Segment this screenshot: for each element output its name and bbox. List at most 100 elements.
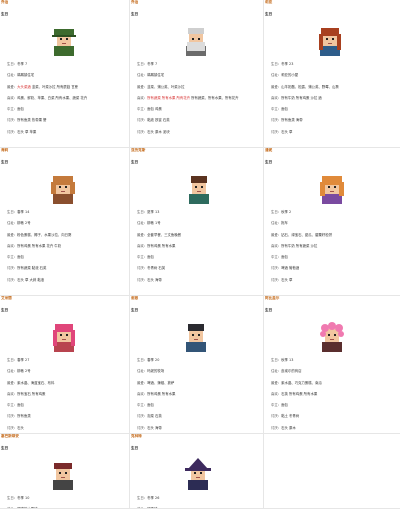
info-value: 冬季 7 xyxy=(147,62,158,66)
info-value: 冬季 10 xyxy=(17,496,30,500)
info-value: 玛妮的牧场 xyxy=(147,369,165,374)
character-name: 谢恩 xyxy=(131,296,139,300)
info-label: 讨厌 xyxy=(7,414,14,419)
info-row: 生日：冬季 26 xyxy=(137,496,259,500)
info-value: 石英 所有鸡蛋 所有水果 xyxy=(281,391,318,396)
info-value: 所有鱼类 热带果 蟹 xyxy=(17,118,47,123)
info-value: 面包 xyxy=(17,255,24,259)
info-row: 讨厌：所有鱼类 热带果 蟹 xyxy=(7,118,125,122)
info-row: 生日：夏季 13 xyxy=(137,210,259,214)
info-label: 讨厌 xyxy=(7,118,14,123)
highlighted-items: 所有蔬菜 所有水果 所有花卉 xyxy=(147,95,191,100)
info-row: 讨厌：石头 草 苹果 xyxy=(7,130,125,134)
info-value: 所有蔬菜 黏液 石英 xyxy=(17,266,47,271)
character-portrait xyxy=(48,24,80,56)
info-row: 住址：皮埃尔的商店 xyxy=(271,369,396,373)
info-row: 最爱：啤酒、辣椒、披萨 xyxy=(137,381,259,385)
card-header: 生日 xyxy=(1,308,9,312)
info-row: 生日：冬季 10 xyxy=(7,496,125,500)
character-name: 海莉 xyxy=(1,148,9,152)
info-row: 住址：柳巷 2号 xyxy=(7,221,125,225)
info-label: 生日 xyxy=(271,62,278,66)
info-label: 喜欢 xyxy=(7,243,14,248)
info-value: 面包 xyxy=(147,403,154,407)
info-label: 最爱 xyxy=(271,232,278,237)
info-value: 鹈鹕镇住宅 xyxy=(17,73,35,78)
info-row: 讨厌：石头 草 xyxy=(271,130,396,134)
info-value: 秋季 13 xyxy=(281,358,294,362)
character-info: 生日：冬季 7 住址：鹈鹕镇住宅 最爱：韭菜、蒲公英、叶菜沙拉 喜欢：所有蔬菜 所有水… xyxy=(137,62,259,141)
info-value: 紫水晶、海蓝宝石、布料 xyxy=(17,380,55,385)
character-card: 艾米丽 生日 生日：春季 27 住址：柳巷 2号 最爱：紫水晶、海蓝宝石、布料 喜欢：所有… xyxy=(0,296,130,434)
info-label: 住址 xyxy=(271,221,278,226)
info-label: 喜欢 xyxy=(137,391,144,396)
info-label: 生日 xyxy=(7,62,14,66)
info-value: 石头 草 大蒜 黏液 xyxy=(17,277,45,282)
card-header: 生日 xyxy=(1,12,9,16)
info-label: 中立 xyxy=(271,107,278,111)
character-info: 生日：秋季 2 住址：拖车 最爱：钻石、绿宝石、甜瓜、罂粟籽松饼 喜欢：所有牛奶 所有… xyxy=(271,210,396,289)
info-value: 泡菜 石英 xyxy=(147,414,162,419)
info-row: 讨厌：所有鱼类 海带 xyxy=(271,118,396,122)
info-value: 所有鸡蛋 所有水果 花卉 牛奶 xyxy=(17,243,62,248)
info-label: 最爱 xyxy=(137,380,144,385)
info-value: 石头 草 苹果 xyxy=(17,129,37,134)
info-value: 夏季 13 xyxy=(147,210,160,214)
info-value: 所有鱼类 海带 xyxy=(281,118,303,123)
info-label: 中立 xyxy=(137,255,144,259)
info-row: 喜欢：所有宝石 所有鸡蛋 xyxy=(7,392,125,396)
info-row: 生日：春季 14 xyxy=(7,210,125,214)
info-label: 喜欢 xyxy=(7,95,14,100)
info-row: 生日：冬季 7 xyxy=(137,62,259,66)
character-name: 乔治 xyxy=(1,0,9,4)
info-row: 住址：莉亚的小屋 xyxy=(271,73,396,77)
info-label: 中立 xyxy=(7,107,14,111)
info-row: 生日：冬季 7 xyxy=(7,62,125,66)
info-label: 中立 xyxy=(137,107,144,111)
info-label: 喜欢 xyxy=(271,95,278,100)
info-value: 冬季 23 xyxy=(281,62,294,66)
card-header: 生日 xyxy=(265,308,273,312)
info-label: 住址 xyxy=(7,221,14,226)
character-info: 生日：秋季 13 住址：皮埃尔的商店 最爱：紫水晶、巧克力蛋糕、南瓜 喜欢：石英 所有… xyxy=(271,358,396,433)
card-header: 生日 xyxy=(1,446,9,450)
character-portrait xyxy=(48,320,80,352)
character-card: 乔治 生日 生日：冬季 7 住址：鹈鹕镇住宅 最爱：韭菜、蒲公英、叶菜沙拉 喜欢：所有蔬菜… xyxy=(130,0,264,148)
info-label: 讨厌 xyxy=(271,129,278,134)
character-card: 塞巴斯蒂安生日生日：冬季 10住址：罗宾的木匠铺 xyxy=(0,434,130,509)
info-value: 面包 鸡蛋 xyxy=(147,107,162,111)
info-label: 讨厌 xyxy=(137,118,144,123)
info-label: 最爱 xyxy=(271,84,278,89)
info-row: 讨厌：石头 xyxy=(7,426,125,430)
info-row: 讨厌：泡菜 石英 xyxy=(137,414,259,418)
info-label: 中立 xyxy=(137,403,144,407)
character-info: 生日：春季 20 住址：玛妮的牧场 最爱：啤酒、辣椒、披萨 喜欢：所有鸡蛋 所有水果中… xyxy=(137,358,259,433)
info-value: 韭菜、蒲公英、叶菜沙拉 xyxy=(147,84,185,89)
info-value: 山羊奶酪、松露、蒲公英、野莓、山葵 xyxy=(281,84,339,89)
info-row: 中立：面包 xyxy=(7,403,125,407)
character-info: 生日：夏季 13 住址：柳巷 1号 最爱：全套早餐、三文鱼晚餐 喜欢：所有鸡蛋 所有水… xyxy=(137,210,259,289)
info-value: 啤酒、辣椒、披萨 xyxy=(147,380,175,385)
info-row: 生日：春季 27 xyxy=(7,358,125,362)
info-label: 讨厌 xyxy=(271,277,278,282)
info-label: 讨厌 xyxy=(271,414,278,419)
card-header: 生日 xyxy=(131,12,139,16)
info-value: 面包 xyxy=(281,107,288,111)
info-row: 喜欢：所有蔬菜 所有水果 所有花卉 所有蔬菜、所有水果、所有花卉 xyxy=(137,96,259,100)
info-value: 粉色蛋糕、椰子、水果沙拉、向日葵 xyxy=(17,232,72,237)
info-row: 讨厌：石头 原木 泥块 xyxy=(137,130,259,134)
info-row: 住址：玛妮的牧场 xyxy=(137,369,259,373)
info-value: 黏液 铁锭 石英 xyxy=(147,118,170,123)
info-row: 中立：面包 xyxy=(137,255,259,259)
card-header: 生日 xyxy=(1,160,9,164)
info-value: 石头 原木 泥块 xyxy=(147,129,170,134)
character-portrait xyxy=(47,172,79,204)
info-label: 讨厌 xyxy=(137,414,144,419)
info-value: 石头 草 xyxy=(281,129,293,134)
character-portrait xyxy=(316,172,348,204)
character-name: 克林特 xyxy=(131,434,142,438)
character-info: 生日：冬季 23 住址：莉亚的小屋 最爱：山羊奶酪、松露、蒲公英、野莓、山葵 喜欢：所… xyxy=(271,62,396,141)
info-value: 皮埃尔的商店 xyxy=(281,369,302,374)
card-header: 生日 xyxy=(131,446,139,450)
info-value: 面包 xyxy=(17,107,24,111)
